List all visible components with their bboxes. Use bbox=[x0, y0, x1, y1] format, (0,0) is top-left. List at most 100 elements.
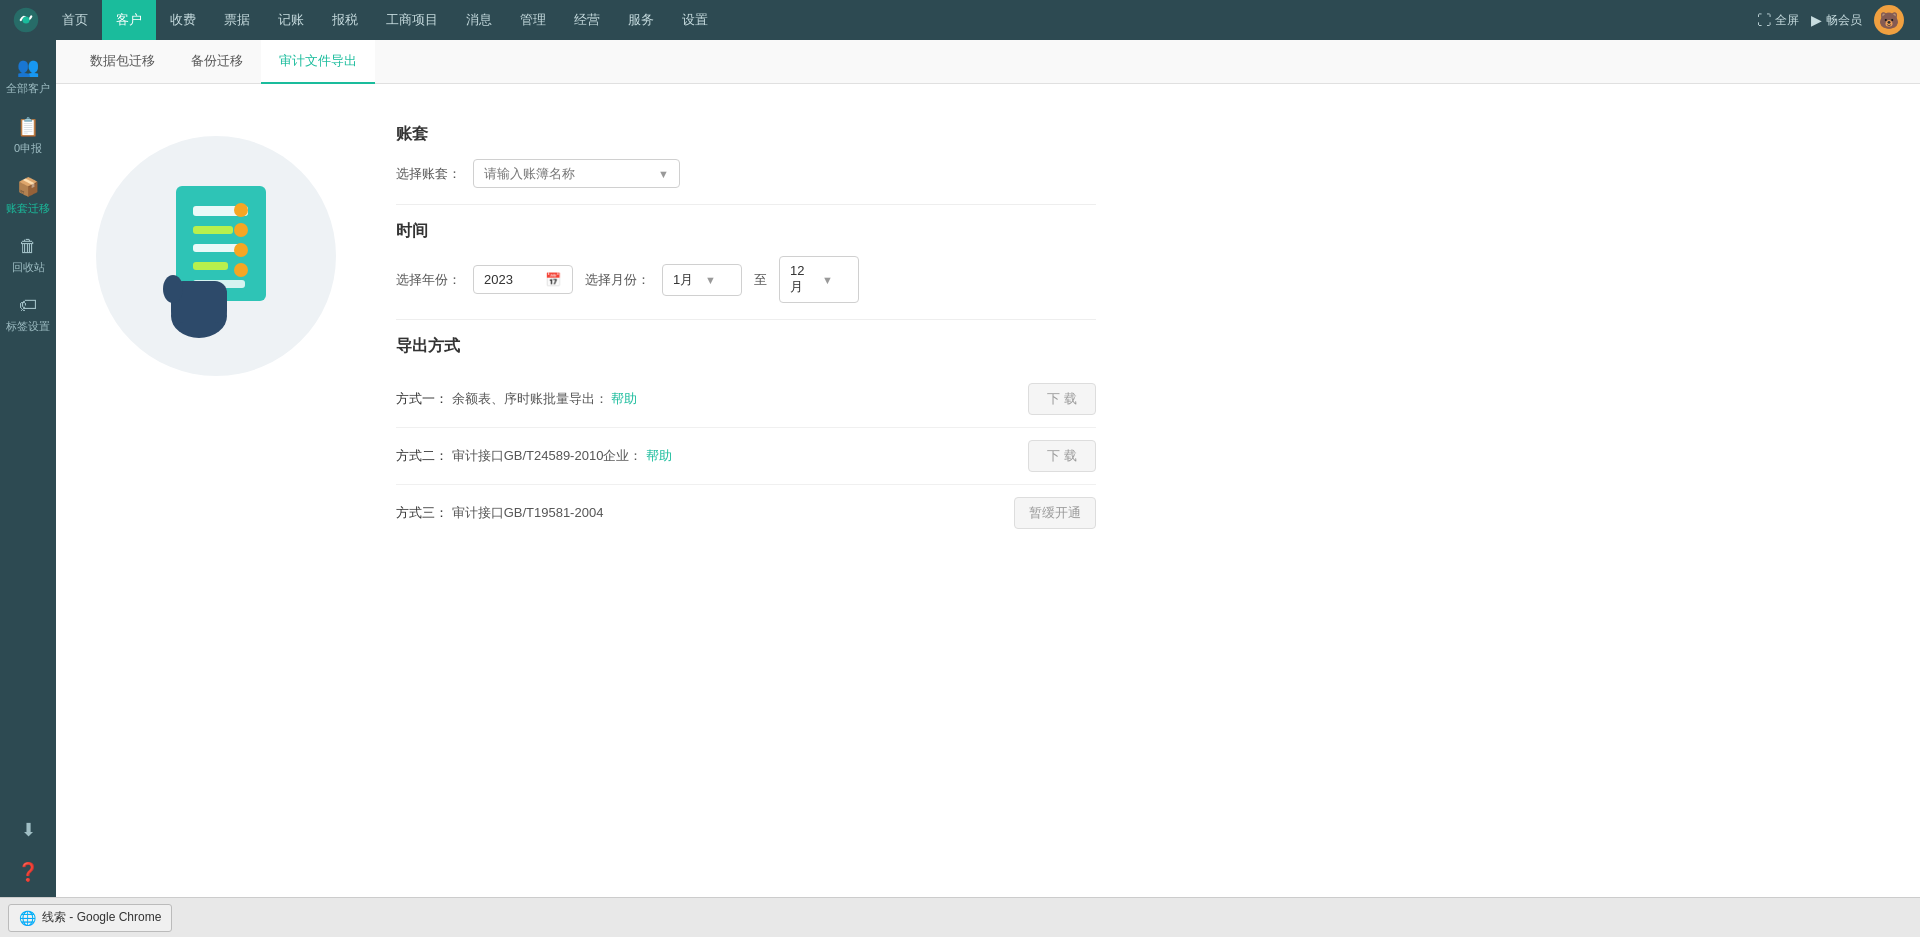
top-nav: 首页 客户 收费 票据 记账 报税 工商项目 消息 管理 经营 服务 设置 ⛶ … bbox=[0, 0, 1920, 40]
method-2-label: 方式二： bbox=[396, 448, 448, 463]
method-1-desc: 余额表、序时账批量导出： bbox=[452, 391, 608, 406]
sidebar-download-icon[interactable]: ⬇ bbox=[15, 813, 42, 847]
nav-operations[interactable]: 经营 bbox=[560, 0, 614, 40]
svg-rect-4 bbox=[193, 226, 233, 234]
sidebar-label-zero-declare: 0申报 bbox=[14, 141, 42, 156]
sidebar-label-recycle: 回收站 bbox=[12, 260, 45, 275]
time-section-title: 时间 bbox=[396, 221, 1096, 242]
app-logo bbox=[8, 2, 44, 38]
export-method-3: 方式三： 审计接口GB/T19581-2004 暂缓开通 bbox=[396, 485, 1096, 541]
svg-point-14 bbox=[163, 275, 183, 303]
tab-bar: 数据包迁移 备份迁移 审计文件导出 bbox=[56, 40, 1920, 84]
page-content: 账套 选择账套： ▼ 时间 选择年份： 2023 📅 bbox=[56, 84, 1920, 897]
nav-tax[interactable]: 报税 bbox=[318, 0, 372, 40]
method-3-text: 方式三： 审计接口GB/T19581-2004 bbox=[396, 504, 1002, 522]
method-2-desc: 审计接口GB/T24589-2010企业： bbox=[452, 448, 643, 463]
month-from-arrow: ▼ bbox=[705, 274, 731, 286]
divider-2 bbox=[396, 319, 1096, 320]
year-input[interactable]: 2023 bbox=[484, 272, 539, 287]
month-to-select[interactable]: 12月 ▼ bbox=[779, 256, 859, 303]
sidebar-item-tag-settings[interactable]: 🏷 标签设置 bbox=[2, 287, 54, 342]
tab-data-migrate[interactable]: 数据包迁移 bbox=[72, 40, 173, 84]
month-label: 选择月份： bbox=[585, 271, 650, 289]
svg-point-8 bbox=[234, 203, 248, 217]
nav-settings[interactable]: 设置 bbox=[668, 0, 722, 40]
play-icon: ▶ bbox=[1811, 12, 1822, 28]
time-row: 选择年份： 2023 📅 选择月份： 1月 ▼ 至 12月 ▼ bbox=[396, 256, 1096, 303]
sidebar-help-icon[interactable]: ❓ bbox=[11, 855, 45, 889]
customers-icon: 👥 bbox=[17, 56, 39, 78]
calendar-icon: 📅 bbox=[545, 272, 561, 287]
sidebar-item-all-customers[interactable]: 👥 全部客户 bbox=[2, 48, 54, 104]
month-from-select[interactable]: 1月 ▼ bbox=[662, 264, 742, 296]
select-account-label: 选择账套： bbox=[396, 165, 461, 183]
year-label: 选择年份： bbox=[396, 271, 461, 289]
fullscreen-icon: ⛶ bbox=[1757, 12, 1771, 28]
method-3-desc: 审计接口GB/T19581-2004 bbox=[452, 505, 604, 520]
nav-invoices[interactable]: 票据 bbox=[210, 0, 264, 40]
account-input[interactable] bbox=[484, 166, 652, 181]
tab-audit-export[interactable]: 审计文件导出 bbox=[261, 40, 375, 84]
tag-icon: 🏷 bbox=[19, 295, 37, 316]
chrome-icon: 🌐 bbox=[19, 910, 36, 926]
illustration-circle bbox=[96, 136, 336, 376]
member-button[interactable]: ▶ 畅会员 bbox=[1811, 12, 1862, 29]
svg-point-10 bbox=[234, 243, 248, 257]
sidebar-bottom: ⬇ ❓ bbox=[11, 813, 45, 889]
divider-1 bbox=[396, 204, 1096, 205]
to-label: 至 bbox=[754, 271, 767, 289]
account-select-arrow: ▼ bbox=[658, 168, 669, 180]
accounts-section-title: 账套 bbox=[396, 124, 1096, 145]
member-label: 畅会员 bbox=[1826, 12, 1862, 29]
nav-home[interactable]: 首页 bbox=[48, 0, 102, 40]
sidebar-item-recycle[interactable]: 🗑 回收站 bbox=[2, 228, 54, 283]
sidebar-item-account-migrate[interactable]: 📦 账套迁移 bbox=[2, 168, 54, 224]
content-area: 数据包迁移 备份迁移 审计文件导出 bbox=[56, 40, 1920, 897]
method-2-text: 方式二： 审计接口GB/T24589-2010企业： 帮助 bbox=[396, 447, 1016, 465]
sidebar-label-account-migrate: 账套迁移 bbox=[6, 201, 50, 216]
method-2-download-btn[interactable]: 下 载 bbox=[1028, 440, 1096, 472]
svg-point-9 bbox=[234, 223, 248, 237]
zero-declare-icon: 📋 bbox=[17, 116, 39, 138]
fullscreen-label: 全屏 bbox=[1775, 12, 1799, 29]
user-avatar[interactable]: 🐻 bbox=[1874, 5, 1904, 35]
nav-right: ⛶ 全屏 ▶ 畅会员 🐻 bbox=[1757, 5, 1920, 35]
method-3-label: 方式三： bbox=[396, 505, 448, 520]
month-from-value: 1月 bbox=[673, 271, 699, 289]
sidebar-item-zero-declare[interactable]: 📋 0申报 bbox=[2, 108, 54, 164]
fullscreen-button[interactable]: ⛶ 全屏 bbox=[1757, 12, 1799, 29]
illustration-area bbox=[96, 116, 336, 865]
svg-point-11 bbox=[234, 263, 248, 277]
export-section-title: 导出方式 bbox=[396, 336, 1096, 357]
year-input-wrapper[interactable]: 2023 📅 bbox=[473, 265, 573, 294]
sidebar-label-all-customers: 全部客户 bbox=[6, 81, 50, 96]
main-layout: 👥 全部客户 📋 0申报 📦 账套迁移 🗑 回收站 🏷 标签设置 ⬇ ❓ 数据包… bbox=[0, 40, 1920, 897]
taskbar-item-label: 线索 - Google Chrome bbox=[42, 909, 161, 926]
nav-billing[interactable]: 收费 bbox=[156, 0, 210, 40]
account-select[interactable]: ▼ bbox=[473, 159, 680, 188]
export-method-1: 方式一： 余额表、序时账批量导出： 帮助 下 载 bbox=[396, 371, 1096, 428]
tab-backup-migrate[interactable]: 备份迁移 bbox=[173, 40, 261, 84]
nav-messages[interactable]: 消息 bbox=[452, 0, 506, 40]
nav-commerce[interactable]: 工商项目 bbox=[372, 0, 452, 40]
nav-items: 首页 客户 收费 票据 记账 报税 工商项目 消息 管理 经营 服务 设置 bbox=[48, 0, 1757, 40]
svg-rect-5 bbox=[193, 244, 241, 252]
form-area: 账套 选择账套： ▼ 时间 选择年份： 2023 📅 bbox=[396, 116, 1096, 865]
method-1-label: 方式一： bbox=[396, 391, 448, 406]
svg-rect-6 bbox=[193, 262, 228, 270]
taskbar-chrome-item[interactable]: 🌐 线索 - Google Chrome bbox=[8, 904, 172, 932]
svg-point-1 bbox=[23, 17, 30, 24]
export-method-2: 方式二： 审计接口GB/T24589-2010企业： 帮助 下 载 bbox=[396, 428, 1096, 485]
nav-management[interactable]: 管理 bbox=[506, 0, 560, 40]
month-to-arrow: ▼ bbox=[822, 274, 848, 286]
nav-customers[interactable]: 客户 bbox=[102, 0, 156, 40]
migrate-icon: 📦 bbox=[17, 176, 39, 198]
method-3-open-btn[interactable]: 暂缓开通 bbox=[1014, 497, 1096, 529]
method-1-download-btn[interactable]: 下 载 bbox=[1028, 383, 1096, 415]
nav-bookkeeping[interactable]: 记账 bbox=[264, 0, 318, 40]
nav-services[interactable]: 服务 bbox=[614, 0, 668, 40]
recycle-icon: 🗑 bbox=[19, 236, 37, 257]
accounts-row: 选择账套： ▼ bbox=[396, 159, 1096, 188]
method-1-help[interactable]: 帮助 bbox=[611, 391, 637, 406]
method-2-help[interactable]: 帮助 bbox=[646, 448, 672, 463]
